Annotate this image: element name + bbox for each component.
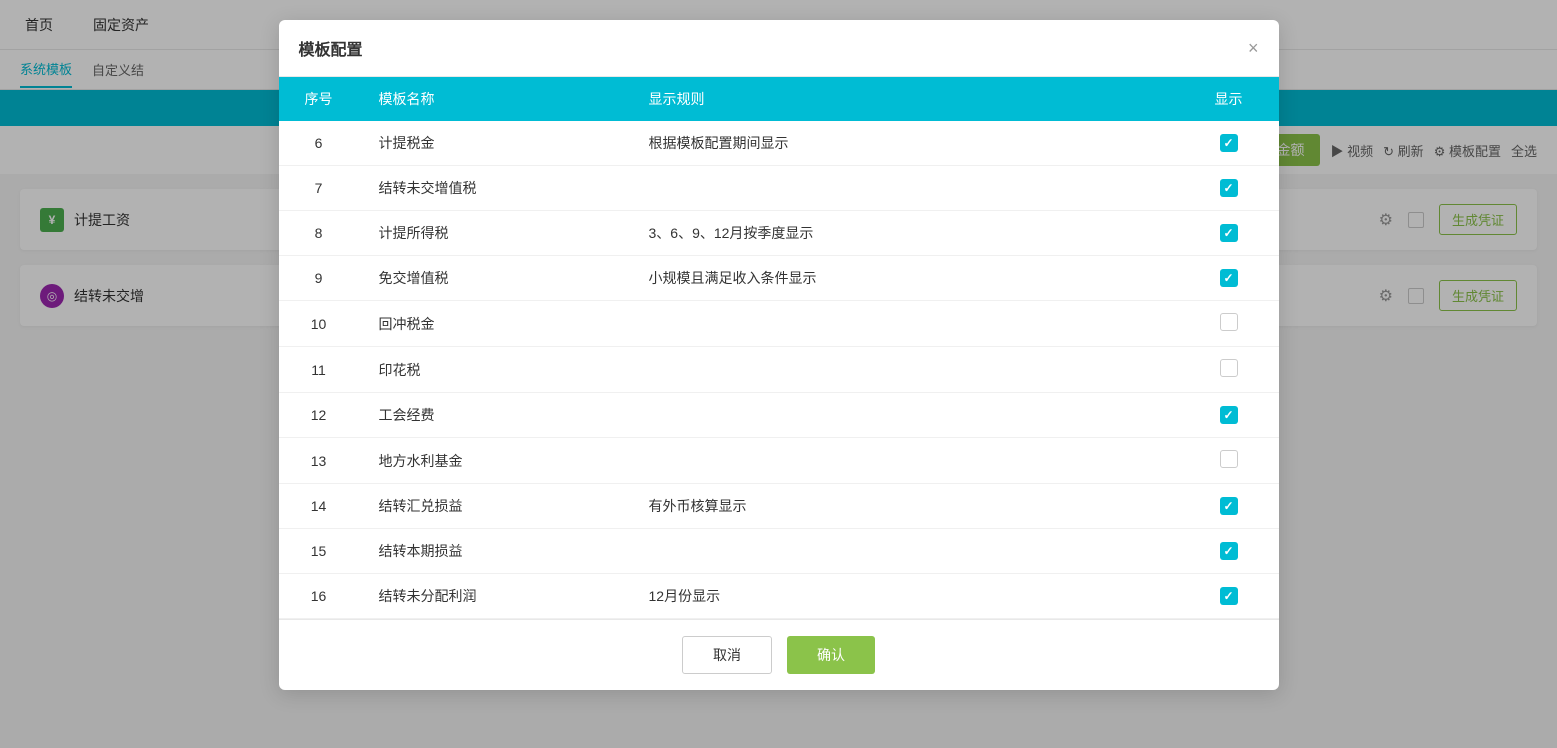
row-show <box>1179 301 1279 347</box>
show-checkbox[interactable] <box>1220 179 1238 197</box>
row-show <box>1179 438 1279 484</box>
show-checkbox[interactable] <box>1220 450 1238 468</box>
row-seq: 12 <box>279 393 359 438</box>
row-rule <box>619 393 1179 438</box>
show-checkbox[interactable] <box>1220 497 1238 515</box>
show-checkbox[interactable] <box>1220 134 1238 152</box>
table-row: 14结转汇兑损益有外币核算显示 <box>279 484 1279 529</box>
row-show <box>1179 166 1279 211</box>
cancel-button[interactable]: 取消 <box>682 636 772 674</box>
modal-title: 模板配置 <box>299 36 363 60</box>
row-name: 印花税 <box>359 347 619 393</box>
row-name: 工会经费 <box>359 393 619 438</box>
show-checkbox[interactable] <box>1220 224 1238 242</box>
show-checkbox[interactable] <box>1220 587 1238 605</box>
table-row: 15结转本期损益 <box>279 529 1279 574</box>
row-seq: 8 <box>279 211 359 256</box>
row-seq: 16 <box>279 574 359 619</box>
row-rule: 12月份显示 <box>619 574 1179 619</box>
table-row: 8计提所得税3、6、9、12月按季度显示 <box>279 211 1279 256</box>
row-rule <box>619 529 1179 574</box>
row-rule <box>619 166 1179 211</box>
modal-header: 模板配置 × <box>279 20 1279 77</box>
table-row: 12工会经费 <box>279 393 1279 438</box>
modal-body: 序号 模板名称 显示规则 显示 6计提税金根据模板配置期间显示7结转未交增值税8… <box>279 77 1279 619</box>
col-header-seq: 序号 <box>279 77 359 121</box>
row-seq: 13 <box>279 438 359 484</box>
table-row: 11印花税 <box>279 347 1279 393</box>
row-seq: 11 <box>279 347 359 393</box>
confirm-button[interactable]: 确认 <box>787 636 875 674</box>
row-seq: 6 <box>279 121 359 166</box>
row-name: 计提所得税 <box>359 211 619 256</box>
table-row: 9免交增值税小规模且满足收入条件显示 <box>279 256 1279 301</box>
table-header-row: 序号 模板名称 显示规则 显示 <box>279 77 1279 121</box>
table-row: 6计提税金根据模板配置期间显示 <box>279 121 1279 166</box>
show-checkbox[interactable] <box>1220 269 1238 287</box>
row-name: 计提税金 <box>359 121 619 166</box>
row-rule: 有外币核算显示 <box>619 484 1179 529</box>
row-name: 结转本期损益 <box>359 529 619 574</box>
row-show <box>1179 211 1279 256</box>
show-checkbox[interactable] <box>1220 359 1238 377</box>
modal-close-button[interactable]: × <box>1248 39 1259 57</box>
template-table: 序号 模板名称 显示规则 显示 6计提税金根据模板配置期间显示7结转未交增值税8… <box>279 77 1279 619</box>
table-row: 10回冲税金 <box>279 301 1279 347</box>
table-row: 13地方水利基金 <box>279 438 1279 484</box>
row-seq: 14 <box>279 484 359 529</box>
row-show <box>1179 347 1279 393</box>
row-rule: 根据模板配置期间显示 <box>619 121 1179 166</box>
row-show <box>1179 529 1279 574</box>
row-seq: 9 <box>279 256 359 301</box>
modal-template-config: 模板配置 × 序号 模板名称 显示规则 显示 6 <box>279 20 1279 690</box>
show-checkbox[interactable] <box>1220 313 1238 331</box>
row-rule: 3、6、9、12月按季度显示 <box>619 211 1179 256</box>
row-seq: 10 <box>279 301 359 347</box>
col-header-show: 显示 <box>1179 77 1279 121</box>
row-show <box>1179 574 1279 619</box>
row-rule <box>619 301 1179 347</box>
table-row: 7结转未交增值税 <box>279 166 1279 211</box>
row-rule <box>619 347 1179 393</box>
row-name: 地方水利基金 <box>359 438 619 484</box>
row-name: 结转未分配利润 <box>359 574 619 619</box>
row-seq: 7 <box>279 166 359 211</box>
row-show <box>1179 484 1279 529</box>
row-show <box>1179 121 1279 166</box>
col-header-rule: 显示规则 <box>619 77 1179 121</box>
row-rule <box>619 438 1179 484</box>
row-name: 结转汇兑损益 <box>359 484 619 529</box>
row-name: 回冲税金 <box>359 301 619 347</box>
row-name: 免交增值税 <box>359 256 619 301</box>
table-row: 16结转未分配利润12月份显示 <box>279 574 1279 619</box>
table-scroll-container[interactable]: 序号 模板名称 显示规则 显示 6计提税金根据模板配置期间显示7结转未交增值税8… <box>279 77 1279 619</box>
show-checkbox[interactable] <box>1220 542 1238 560</box>
show-checkbox[interactable] <box>1220 406 1238 424</box>
modal-footer: 取消 确认 <box>279 619 1279 690</box>
col-header-name: 模板名称 <box>359 77 619 121</box>
row-seq: 15 <box>279 529 359 574</box>
row-show <box>1179 256 1279 301</box>
row-rule: 小规模且满足收入条件显示 <box>619 256 1179 301</box>
modal-overlay: 模板配置 × 序号 模板名称 显示规则 显示 6 <box>0 0 1557 748</box>
row-show <box>1179 393 1279 438</box>
row-name: 结转未交增值税 <box>359 166 619 211</box>
